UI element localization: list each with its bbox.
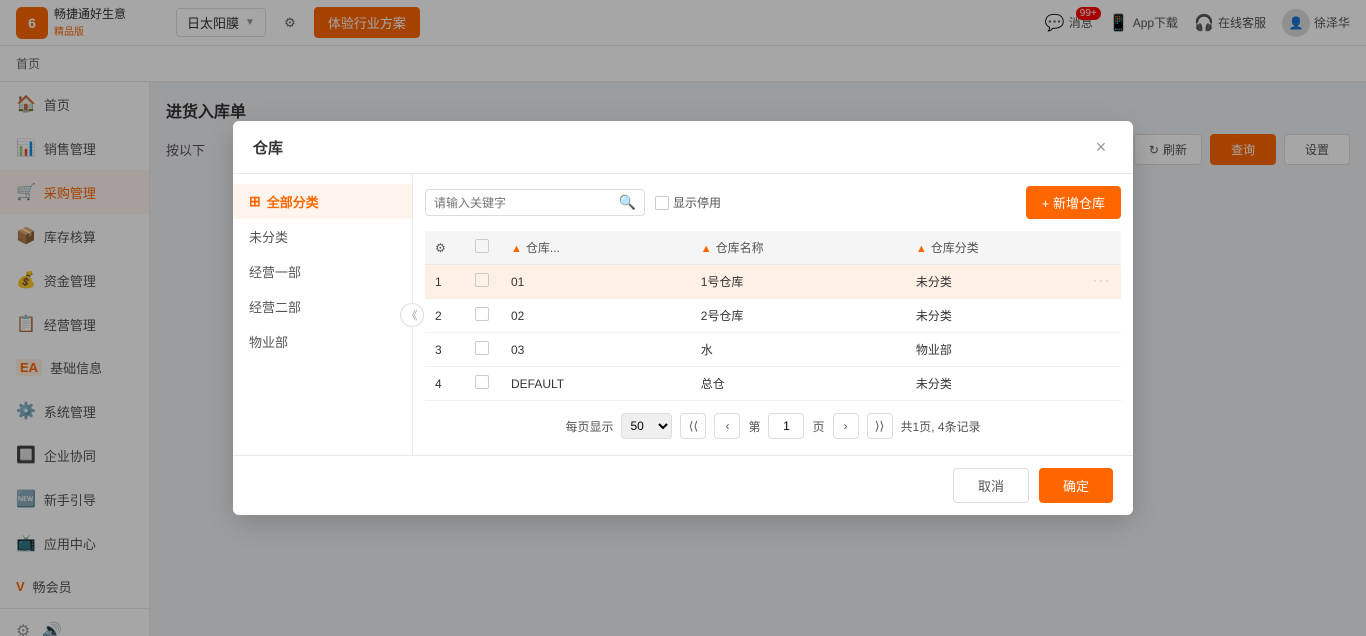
modal-footer: 取消 确定 xyxy=(233,455,1133,515)
row-settings: 2 xyxy=(425,299,465,333)
category-panel: ⊞ 全部分类 未分类 经营一部 经营二部 物业部 《 xyxy=(233,174,413,455)
modal-body: ⊞ 全部分类 未分类 经营一部 经营二部 物业部 《 xyxy=(233,174,1133,455)
category-dept2[interactable]: 经营二部 xyxy=(233,289,412,324)
show-disabled-checkbox[interactable] xyxy=(655,196,669,210)
th-settings: ⚙ xyxy=(425,231,465,265)
search-input[interactable] xyxy=(434,196,615,210)
page-suffix: 页 xyxy=(812,418,824,435)
search-input-wrap: 🔍 xyxy=(425,189,645,216)
modal-overlay[interactable]: 仓库 × ⊞ 全部分类 未分类 经营一部 经营二部 xyxy=(0,0,1366,636)
modal-header: 仓库 × xyxy=(233,121,1133,174)
sort-icon: ▲ xyxy=(511,243,522,255)
select-all-checkbox[interactable] xyxy=(475,239,489,253)
table-row[interactable]: 1 01 1号仓库 未分类 ··· xyxy=(425,265,1121,299)
row-category: 物业部 xyxy=(906,333,1121,367)
category-property[interactable]: 物业部 xyxy=(233,324,412,359)
page-label: 第 xyxy=(748,418,760,435)
table-row[interactable]: 3 03 水 物业部 xyxy=(425,333,1121,367)
row-name: 1号仓库 xyxy=(691,265,906,299)
row-settings: 4 xyxy=(425,367,465,401)
page-number-input[interactable] xyxy=(768,413,804,439)
add-warehouse-button[interactable]: + 新增仓库 xyxy=(1026,186,1121,219)
row-checkbox-cell xyxy=(465,299,501,333)
grid-icon: ⊞ xyxy=(249,193,261,210)
per-page-select[interactable]: 50 100 xyxy=(621,413,672,439)
row-code: DEFAULT xyxy=(501,367,691,401)
th-category: ▲仓库分类 xyxy=(906,231,1121,265)
show-disabled-label[interactable]: 显示停用 xyxy=(655,194,721,211)
gear-icon[interactable]: ⚙ xyxy=(435,241,446,255)
pagination: 每页显示 50 100 ⟨⟨ ‹ 第 页 › ⟩⟩ 共1页, 4条记录 xyxy=(425,401,1121,443)
row-checkbox-cell xyxy=(465,367,501,401)
search-icon: 🔍 xyxy=(619,194,636,211)
row-num: 1 xyxy=(435,275,442,289)
row-checkbox-cell xyxy=(465,265,501,299)
th-name: ▲仓库名称 xyxy=(691,231,906,265)
cancel-button[interactable]: 取消 xyxy=(953,468,1029,503)
table-container: ⚙ ▲仓库... ▲仓库名称 xyxy=(425,231,1121,401)
row-code: 02 xyxy=(501,299,691,333)
modal-title: 仓库 xyxy=(253,137,283,158)
row-checkbox[interactable] xyxy=(475,341,489,355)
row-checkbox[interactable] xyxy=(475,273,489,287)
th-code: ▲仓库... xyxy=(501,231,691,265)
row-name: 水 xyxy=(691,333,906,367)
warehouse-table: ⚙ ▲仓库... ▲仓库名称 xyxy=(425,231,1121,401)
last-page-button[interactable]: ⟩⟩ xyxy=(867,413,893,439)
prev-page-button[interactable]: ‹ xyxy=(714,413,740,439)
row-name: 总仓 xyxy=(691,367,906,401)
collapse-button[interactable]: 《 xyxy=(400,303,424,327)
row-checkbox[interactable] xyxy=(475,375,489,389)
row-code: 03 xyxy=(501,333,691,367)
row-category: 未分类 xyxy=(906,299,1121,333)
table-header: ⚙ ▲仓库... ▲仓库名称 xyxy=(425,231,1121,265)
row-settings: 1 xyxy=(425,265,465,299)
search-bar: 🔍 显示停用 + 新增仓库 xyxy=(425,186,1121,219)
category-dept1[interactable]: 经营一部 xyxy=(233,254,412,289)
row-code: 01 xyxy=(501,265,691,299)
next-page-button[interactable]: › xyxy=(833,413,859,439)
row-category: 未分类 xyxy=(906,367,1121,401)
confirm-button[interactable]: 确定 xyxy=(1039,468,1113,503)
row-checkbox[interactable] xyxy=(475,307,489,321)
per-page-label: 每页显示 xyxy=(565,418,613,435)
th-checkbox xyxy=(465,231,501,265)
more-icon[interactable]: ··· xyxy=(1093,273,1111,287)
table-body: 1 01 1号仓库 未分类 ··· 2 xyxy=(425,265,1121,401)
sort-icon: ▲ xyxy=(916,243,927,255)
category-all[interactable]: ⊞ 全部分类 xyxy=(233,184,412,219)
table-row[interactable]: 4 DEFAULT 总仓 未分类 xyxy=(425,367,1121,401)
total-info: 共1页, 4条记录 xyxy=(901,418,981,435)
sort-icon: ▲ xyxy=(701,243,712,255)
category-uncategorized[interactable]: 未分类 xyxy=(233,219,412,254)
warehouse-modal: 仓库 × ⊞ 全部分类 未分类 经营一部 经营二部 xyxy=(233,121,1133,515)
first-page-button[interactable]: ⟨⟨ xyxy=(680,413,706,439)
row-settings: 3 xyxy=(425,333,465,367)
row-checkbox-cell xyxy=(465,333,501,367)
row-name: 2号仓库 xyxy=(691,299,906,333)
close-icon[interactable]: × xyxy=(1089,135,1113,159)
row-category: 未分类 ··· xyxy=(906,265,1121,299)
data-panel: 🔍 显示停用 + 新增仓库 ⚙ xyxy=(413,174,1133,455)
table-row[interactable]: 2 02 2号仓库 未分类 xyxy=(425,299,1121,333)
